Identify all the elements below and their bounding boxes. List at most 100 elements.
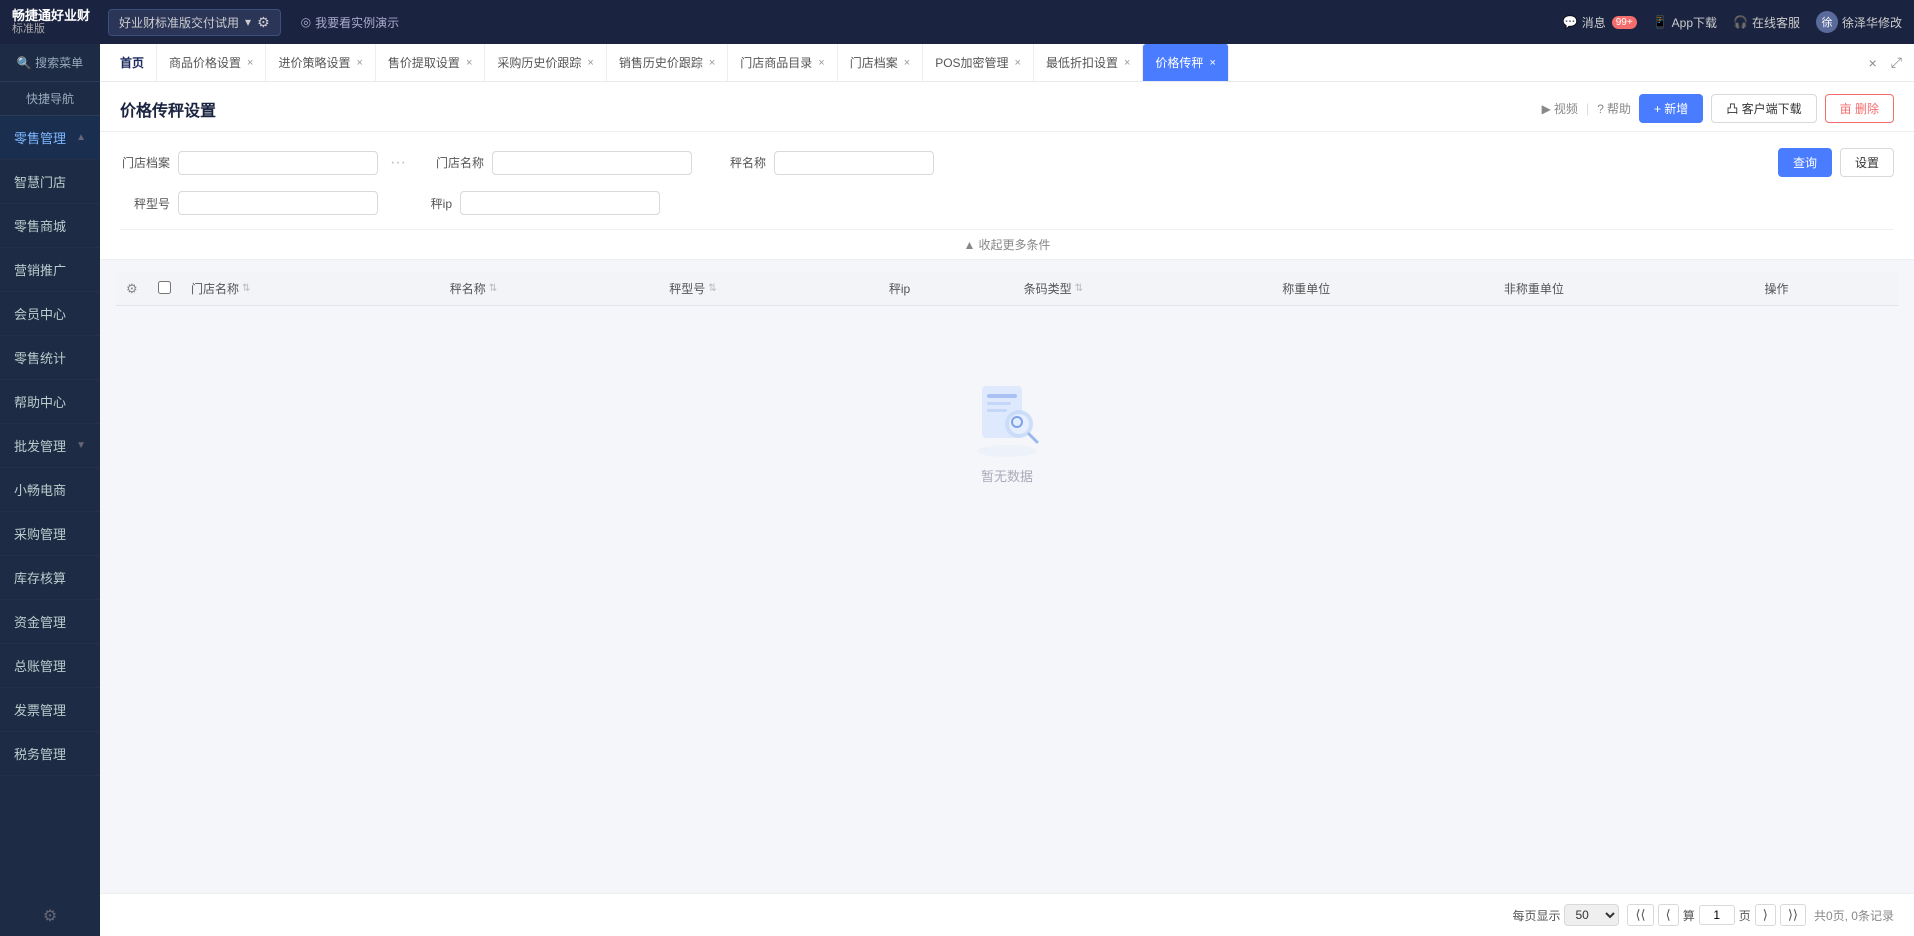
- user-info[interactable]: 徐 徐泽华修改: [1816, 11, 1902, 33]
- video-icon: ▶: [1542, 102, 1551, 116]
- demo-link[interactable]: ◎ 我要看实例演示: [301, 14, 400, 31]
- app-name: 畅捷通好业财: [12, 8, 90, 24]
- sort-icon[interactable]: ⇅: [489, 283, 497, 294]
- sidebar-item-retail-mall[interactable]: 零售商城: [0, 204, 100, 248]
- sidebar-item-ledger[interactable]: 总账管理: [0, 644, 100, 688]
- per-page-select[interactable]: 10 20 50 100: [1564, 904, 1619, 926]
- scale-name-input[interactable]: [774, 151, 934, 175]
- sidebar-gear-icon[interactable]: ⚙: [43, 908, 57, 925]
- tab-purchase-history[interactable]: 采购历史价跟踪 ×: [485, 44, 606, 82]
- tab-close-icon[interactable]: ×: [247, 57, 253, 69]
- tab-label: POS加密管理: [935, 54, 1008, 71]
- sidebar-item-label: 发票管理: [14, 700, 66, 719]
- tab-purchase-strategy[interactable]: 进价策略设置 ×: [266, 44, 375, 82]
- tab-price-scale[interactable]: 价格传秤 ×: [1143, 44, 1228, 82]
- sidebar-item-label: 税务管理: [14, 744, 66, 763]
- sidebar-search[interactable]: 🔍 搜索菜单: [0, 44, 100, 82]
- store-name-input[interactable]: [492, 151, 692, 175]
- query-button[interactable]: 查询: [1778, 148, 1832, 177]
- user-name: 徐泽华修改: [1842, 14, 1902, 31]
- store-profile-input[interactable]: [178, 151, 378, 175]
- tab-close-icon[interactable]: ×: [1015, 57, 1021, 69]
- app-download-button[interactable]: 📱 App下载: [1653, 14, 1717, 31]
- sidebar-item-marketing[interactable]: 营销推广: [0, 248, 100, 292]
- tab-close-icon[interactable]: ×: [1209, 57, 1215, 69]
- demo-label: 我要看实例演示: [315, 14, 399, 31]
- th-settings: ⚙: [116, 272, 148, 306]
- sidebar-item-help[interactable]: 帮助中心: [0, 380, 100, 424]
- tab-close-icon[interactable]: ×: [1124, 57, 1130, 69]
- version-selector[interactable]: 好业财标准版交付试用 ▾ ⚙: [108, 9, 281, 36]
- last-page-button[interactable]: ⟩⟩: [1780, 904, 1806, 926]
- tab-close-all-icon[interactable]: ×: [1865, 53, 1881, 73]
- sidebar-item-finance[interactable]: 资金管理: [0, 600, 100, 644]
- scale-model-input[interactable]: [178, 191, 378, 215]
- download-button[interactable]: 凸 客户端下载: [1711, 94, 1816, 123]
- page-input[interactable]: [1699, 905, 1735, 925]
- tab-min-discount[interactable]: 最低折扣设置 ×: [1034, 44, 1143, 82]
- tab-price-settings[interactable]: 商品价格设置 ×: [157, 44, 266, 82]
- tab-store-catalog[interactable]: 门店商品目录 ×: [728, 44, 837, 82]
- sidebar-item-smart-store[interactable]: 智慧门店: [0, 160, 100, 204]
- sort-icon[interactable]: ⇅: [1075, 283, 1083, 294]
- sort-icon[interactable]: ⇅: [242, 283, 250, 294]
- sidebar-item-retail-stat[interactable]: 零售统计: [0, 336, 100, 380]
- table-settings-icon[interactable]: ⚙: [126, 281, 138, 296]
- tab-close-icon[interactable]: ×: [466, 57, 472, 69]
- tab-label: 商品价格设置: [169, 54, 241, 71]
- tab-close-icon[interactable]: ×: [587, 57, 593, 69]
- tab-sale-price[interactable]: 售价提取设置 ×: [376, 44, 485, 82]
- tab-home-label: 首页: [120, 54, 144, 71]
- next-page-button[interactable]: ⟩: [1755, 904, 1776, 926]
- sidebar-section: 零售管理 ▲ 智慧门店 零售商城 营销推广 会员中心 零售统计 帮助中心 批: [0, 116, 100, 776]
- filter-store-name: 门店名称: [434, 151, 692, 175]
- tab-store-profile[interactable]: 门店档案 ×: [838, 44, 923, 82]
- add-button[interactable]: + 新增: [1639, 94, 1703, 123]
- tab-label: 销售历史价跟踪: [619, 54, 703, 71]
- per-page-label: 每页显示: [1512, 907, 1560, 924]
- help-icon: ?: [1597, 102, 1604, 116]
- sort-icon[interactable]: ⇅: [708, 283, 716, 294]
- sidebar-item-retail[interactable]: 零售管理 ▲: [0, 116, 100, 160]
- tab-close-icon[interactable]: ×: [904, 57, 910, 69]
- tab-pos-mgmt[interactable]: POS加密管理 ×: [923, 44, 1034, 82]
- app-download-label: App下载: [1672, 14, 1717, 31]
- setup-button[interactable]: 设置: [1840, 148, 1894, 177]
- scale-ip-label: 秤ip: [402, 195, 452, 212]
- help-link[interactable]: ? 帮助: [1597, 100, 1631, 117]
- sidebar-item-invoice[interactable]: 发票管理: [0, 688, 100, 732]
- prev-page-button[interactable]: ⟨: [1658, 904, 1679, 926]
- filter-row-1: 门店档案 ··· 门店名称 秤名称 查询 设置: [120, 148, 1894, 177]
- tab-home[interactable]: 首页: [108, 44, 157, 82]
- tab-label: 进价策略设置: [278, 54, 350, 71]
- quick-nav[interactable]: 快捷导航: [0, 82, 100, 116]
- scale-ip-input[interactable]: [460, 191, 660, 215]
- tab-close-icon[interactable]: ×: [818, 57, 824, 69]
- th-scale-model: 秤型号⇅: [659, 272, 879, 306]
- video-help-link[interactable]: ▶ 视频: [1542, 100, 1578, 117]
- delete-button[interactable]: 亩 删除: [1825, 94, 1894, 123]
- sidebar-item-label: 营销推广: [14, 260, 66, 279]
- select-all-checkbox[interactable]: [158, 281, 171, 294]
- sidebar-item-label: 帮助中心: [14, 392, 66, 411]
- message-button[interactable]: 💬 消息 99+: [1563, 14, 1637, 31]
- sidebar-item-member[interactable]: 会员中心: [0, 292, 100, 336]
- online-service-button[interactable]: 🎧 在线客服: [1733, 14, 1800, 31]
- tab-close-icon[interactable]: ×: [709, 57, 715, 69]
- sidebar-item-wholesale[interactable]: 批发管理 ▼: [0, 424, 100, 468]
- sidebar-item-inventory[interactable]: 库存核算: [0, 556, 100, 600]
- sidebar-item-purchase[interactable]: 采购管理: [0, 512, 100, 556]
- video-label: 视频: [1554, 100, 1578, 117]
- sidebar-item-ecom[interactable]: 小畅电商: [0, 468, 100, 512]
- tab-expand-icon[interactable]: ⤢: [1887, 52, 1906, 73]
- first-page-button[interactable]: ⟨⟨: [1627, 904, 1653, 926]
- settings-icon[interactable]: ⚙: [257, 14, 270, 31]
- store-profile-dots[interactable]: ···: [386, 154, 410, 172]
- th-scale-ip: 秤ip: [879, 272, 1014, 306]
- collapse-button[interactable]: ▲ 收起更多条件: [964, 236, 1051, 253]
- tab-close-icon[interactable]: ×: [356, 57, 362, 69]
- filter-scale-ip: 秤ip: [402, 191, 660, 215]
- tab-sale-history[interactable]: 销售历史价跟踪 ×: [607, 44, 728, 82]
- th-store-name: 门店名称⇅: [181, 272, 440, 306]
- sidebar-item-tax[interactable]: 税务管理: [0, 732, 100, 776]
